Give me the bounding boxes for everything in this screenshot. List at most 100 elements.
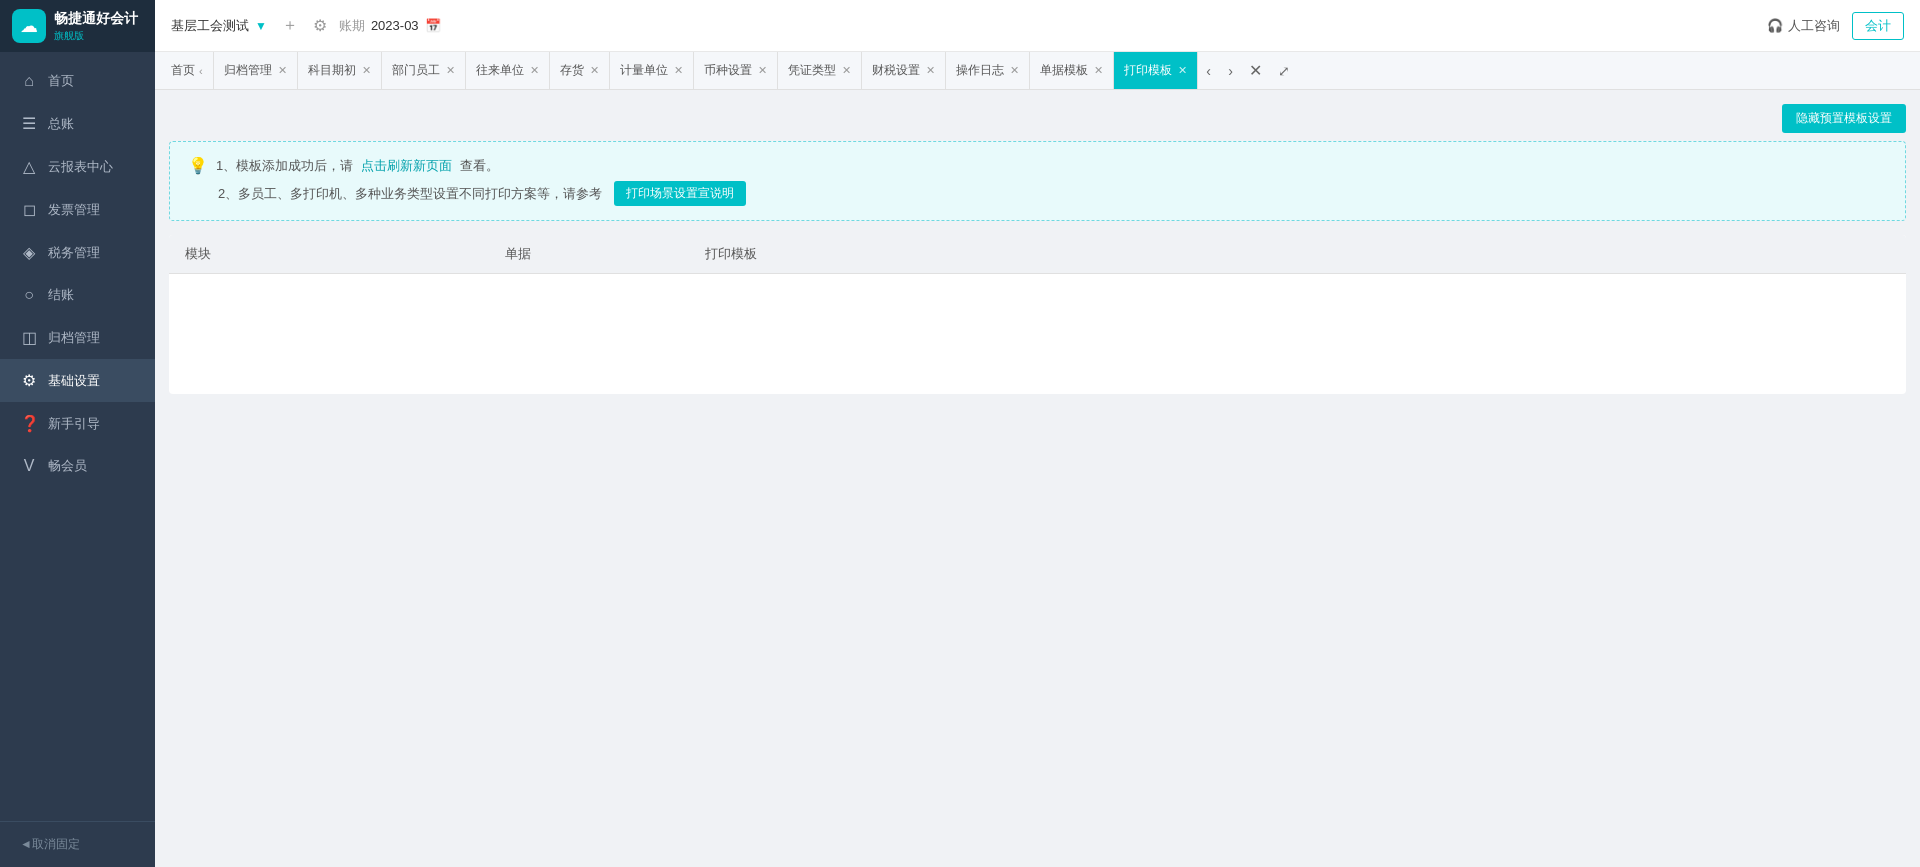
tab-voucher[interactable]: 凭证类型 ✕	[778, 52, 862, 90]
notice-row-1: 💡 1、模板添加成功后，请 点击刷新新页面 查看。	[188, 156, 1887, 175]
ledger-icon: ☰	[20, 114, 38, 133]
header-period: 账期 2023-03 📅	[339, 17, 441, 35]
hide-preview-button[interactable]: 隐藏预置模板设置	[1782, 104, 1906, 133]
logo-sub: 旗舰版	[54, 29, 138, 43]
tab-stock-close-icon[interactable]: ✕	[590, 64, 599, 77]
tab-home-arrow-icon: ‹	[199, 65, 203, 77]
closing-icon: ○	[20, 286, 38, 304]
table-col-template: 打印模板	[689, 235, 1906, 273]
tab-subject-close-icon[interactable]: ✕	[362, 64, 371, 77]
tab-dept-close-icon[interactable]: ✕	[446, 64, 455, 77]
sidebar-item-label: 发票管理	[48, 201, 100, 219]
sidebar-item-ledger[interactable]: ☰ 总账	[0, 102, 155, 145]
archive-icon: ◫	[20, 328, 38, 347]
add-tab-button[interactable]: ＋	[279, 15, 301, 37]
table-header: 模块 单据 打印模板	[169, 235, 1906, 274]
notice-scene-button[interactable]: 打印场景设置宣说明	[614, 181, 746, 206]
tab-single-close-icon[interactable]: ✕	[1094, 64, 1103, 77]
tab-currency-label: 币种设置	[704, 62, 752, 79]
tab-unit-close-icon[interactable]: ✕	[674, 64, 683, 77]
settings-icon: ⚙	[20, 371, 38, 390]
sidebar-item-reports[interactable]: △ 云报表中心	[0, 145, 155, 188]
sidebar-footer-label: ◄取消固定	[20, 836, 80, 853]
tabs-expand-button[interactable]: ⤢	[1270, 52, 1298, 90]
support-label: 人工咨询	[1788, 17, 1840, 35]
tabs-next-button[interactable]: ›	[1220, 52, 1242, 90]
tab-home-label: 首页	[171, 62, 195, 79]
tax-icon: ◈	[20, 243, 38, 262]
table-body	[169, 274, 1906, 394]
tab-oplog[interactable]: 操作日志 ✕	[946, 52, 1030, 90]
tab-print-label: 打印模板	[1124, 62, 1172, 79]
logo-main: 畅捷通好会计	[54, 10, 138, 28]
tab-voucher-close-icon[interactable]: ✕	[842, 64, 851, 77]
project-selector[interactable]: 基层工会测试 ▼	[171, 17, 267, 35]
guide-icon: ❓	[20, 414, 38, 433]
tab-finance[interactable]: 财税设置 ✕	[862, 52, 946, 90]
sidebar-item-archive[interactable]: ◫ 归档管理	[0, 316, 155, 359]
sidebar-item-invoice[interactable]: ◻ 发票管理	[0, 188, 155, 231]
sidebar-item-closing[interactable]: ○ 结账	[0, 274, 155, 316]
tabs-close-all-button[interactable]: ✕	[1242, 52, 1270, 90]
sidebar-item-label: 首页	[48, 72, 74, 90]
calendar-icon[interactable]: 📅	[425, 18, 441, 33]
tab-partner-close-icon[interactable]: ✕	[530, 64, 539, 77]
tab-finance-label: 财税设置	[872, 62, 920, 79]
tab-currency-close-icon[interactable]: ✕	[758, 64, 767, 77]
tab-archive-close-icon[interactable]: ✕	[278, 64, 287, 77]
notice-box: 💡 1、模板添加成功后，请 点击刷新新页面 查看。 2、多员工、多打印机、多种业…	[169, 141, 1906, 221]
sidebar-unpin[interactable]: ◄取消固定	[0, 821, 155, 867]
table-col-single: 单据	[489, 235, 689, 273]
tabs-bar: 首页 ‹ 归档管理 ✕ 科目期初 ✕ 部门员工 ✕ 往来单位 ✕ 存货 ✕ 计量…	[155, 52, 1920, 90]
tab-oplog-close-icon[interactable]: ✕	[1010, 64, 1019, 77]
vip-icon: V	[20, 457, 38, 475]
header-settings-icon[interactable]: ⚙	[313, 16, 327, 35]
notice-line1-post: 查看。	[460, 157, 499, 175]
tab-unit-label: 计量单位	[620, 62, 668, 79]
tab-print-close-icon[interactable]: ✕	[1178, 64, 1187, 77]
top-header: 基层工会测试 ▼ ＋ ⚙ 账期 2023-03 📅 🎧 人工咨询 会计	[155, 0, 1920, 52]
tab-oplog-label: 操作日志	[956, 62, 1004, 79]
tab-dept[interactable]: 部门员工 ✕	[382, 52, 466, 90]
logo-icon: ☁	[12, 9, 46, 43]
notice-refresh-link[interactable]: 点击刷新新页面	[361, 157, 452, 175]
tab-print[interactable]: 打印模板 ✕	[1114, 52, 1198, 90]
tab-currency[interactable]: 币种设置 ✕	[694, 52, 778, 90]
table-col-module: 模块	[169, 235, 489, 273]
tab-stock[interactable]: 存货 ✕	[550, 52, 610, 90]
sidebar-item-label: 归档管理	[48, 329, 100, 347]
notice-row-2: 2、多员工、多打印机、多种业务类型设置不同打印方案等，请参考 打印场景设置宣说明	[188, 181, 1887, 206]
sidebar-item-home[interactable]: ⌂ 首页	[0, 60, 155, 102]
tab-unit[interactable]: 计量单位 ✕	[610, 52, 694, 90]
sidebar-item-label: 基础设置	[48, 372, 100, 390]
sidebar-item-tax[interactable]: ◈ 税务管理	[0, 231, 155, 274]
user-role-button[interactable]: 会计	[1852, 12, 1904, 40]
sidebar-item-label: 畅会员	[48, 457, 87, 475]
sidebar-item-vip[interactable]: V 畅会员	[0, 445, 155, 487]
sidebar-item-settings[interactable]: ⚙ 基础设置	[0, 359, 155, 402]
tab-dept-label: 部门员工	[392, 62, 440, 79]
tab-finance-close-icon[interactable]: ✕	[926, 64, 935, 77]
sidebar-item-label: 新手引导	[48, 415, 100, 433]
period-value: 2023-03	[371, 18, 419, 33]
main-area: 基层工会测试 ▼ ＋ ⚙ 账期 2023-03 📅 🎧 人工咨询 会计 首页 ‹…	[155, 0, 1920, 867]
sidebar-item-label: 总账	[48, 115, 74, 133]
tab-subject[interactable]: 科目期初 ✕	[298, 52, 382, 90]
tab-archive[interactable]: 归档管理 ✕	[214, 52, 298, 90]
sidebar-item-label: 结账	[48, 286, 74, 304]
project-dropdown-icon: ▼	[255, 19, 267, 33]
tab-single[interactable]: 单据模板 ✕	[1030, 52, 1114, 90]
support-button[interactable]: 🎧 人工咨询	[1767, 17, 1840, 35]
tabs-prev-button[interactable]: ‹	[1198, 52, 1220, 90]
notice-line2-pre: 2、多员工、多打印机、多种业务类型设置不同打印方案等，请参考	[218, 185, 602, 203]
logo-text: 畅捷通好会计 旗舰版	[54, 10, 138, 43]
tab-partner[interactable]: 往来单位 ✕	[466, 52, 550, 90]
sidebar-item-guide[interactable]: ❓ 新手引导	[0, 402, 155, 445]
tab-subject-label: 科目期初	[308, 62, 356, 79]
sidebar: ☁ 畅捷通好会计 旗舰版 ⌂ 首页 ☰ 总账 △ 云报表中心 ◻ 发票管理 ◈ …	[0, 0, 155, 867]
period-label: 账期	[339, 17, 365, 35]
tab-voucher-label: 凭证类型	[788, 62, 836, 79]
project-name: 基层工会测试	[171, 17, 249, 35]
sidebar-item-label: 云报表中心	[48, 158, 113, 176]
tab-home[interactable]: 首页 ‹	[161, 52, 214, 90]
